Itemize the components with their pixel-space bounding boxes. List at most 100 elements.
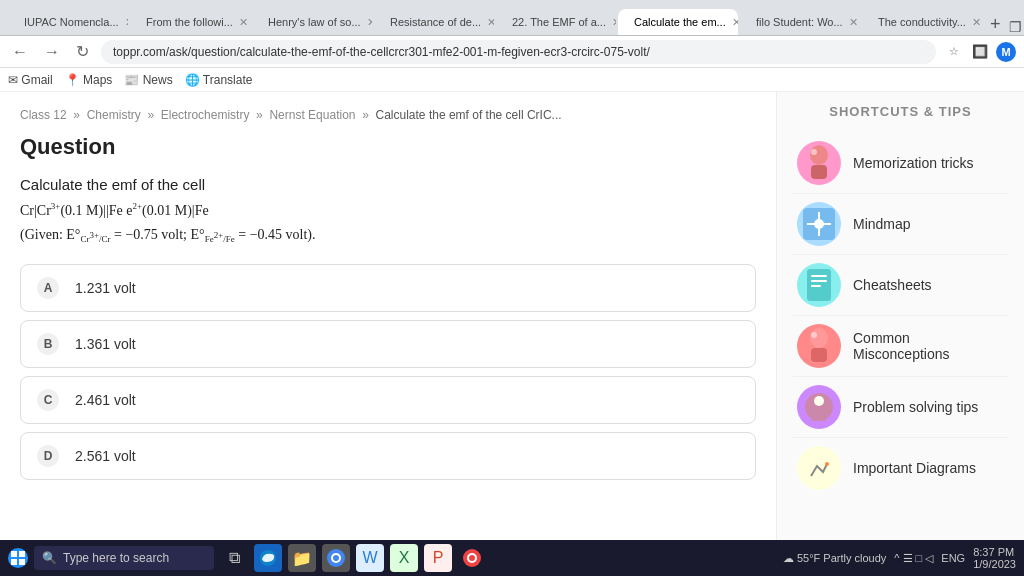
tab-5[interactable]: 22. The EMF of a... ✕ [496, 9, 616, 35]
sidebar: SHORTCUTS & TIPS Memorization tricks Min… [776, 92, 1024, 576]
shortcut-avatar-diagrams [797, 446, 841, 490]
tab-close-3[interactable]: ✕ [367, 16, 372, 29]
profile-icon[interactable]: M [996, 42, 1016, 62]
shortcut-label-problem-solving: Problem solving tips [853, 399, 978, 415]
tab-label-5: 22. The EMF of a... [512, 16, 606, 28]
taskbar-chrome-icon[interactable] [322, 544, 350, 572]
svg-point-13 [811, 332, 817, 338]
tab-1[interactable]: IUPAC Nomencla... ✕ [8, 9, 128, 35]
tab-close-4[interactable]: ✕ [487, 16, 494, 29]
tab-label-1: IUPAC Nomencla... [24, 16, 119, 28]
question-text: Calculate the emf of the cell [20, 176, 756, 193]
question-given: (Given: E°Cr3+/Cr = −0.75 volt; E°Fe2+/F… [20, 227, 756, 245]
main-content: Class 12 » Chemistry » Electrochemistry … [0, 92, 776, 576]
taskbar-excel-icon[interactable]: X [390, 544, 418, 572]
taskbar-icons-area: ^ ☰ □ ◁ [894, 552, 933, 565]
taskbar-word-icon[interactable]: W [356, 544, 384, 572]
tab-close-1[interactable]: ✕ [125, 16, 128, 29]
svg-rect-18 [11, 551, 17, 557]
options-list: A 1.231 volt B 1.361 volt C 2.461 volt D… [20, 264, 756, 480]
taskbar-chrome2-icon[interactable] [458, 544, 486, 572]
bookmark-translate[interactable]: 🌐 Translate [185, 73, 253, 87]
breadcrumb-nernst[interactable]: Nernst Equation [269, 108, 355, 122]
address-bar[interactable]: toppr.com/ask/question/calculate-the-emf… [101, 40, 936, 64]
bookmark-maps[interactable]: 📍 Maps [65, 73, 113, 87]
option-d-text: 2.561 volt [75, 448, 136, 464]
address-text: toppr.com/ask/question/calculate-the-emf… [113, 45, 650, 59]
svg-rect-9 [811, 280, 827, 282]
taskbar-task-view[interactable]: ⧉ [220, 544, 248, 572]
shortcut-avatar-problem-solving [797, 385, 841, 429]
option-c-letter: C [37, 389, 59, 411]
back-button[interactable]: ← [8, 41, 32, 63]
forward-button[interactable]: → [40, 41, 64, 63]
svg-rect-21 [19, 559, 25, 565]
shortcut-diagrams[interactable]: Important Diagrams [793, 438, 1008, 498]
option-b-text: 1.361 volt [75, 336, 136, 352]
tab-7[interactable]: filo Student: Wo... ✕ [740, 9, 860, 35]
shortcut-label-misconceptions: Common Misconceptions [853, 330, 1004, 362]
option-a[interactable]: A 1.231 volt [20, 264, 756, 312]
svg-point-28 [469, 555, 475, 561]
reload-button[interactable]: ↻ [72, 40, 93, 63]
tab-label-4: Resistance of de... [390, 16, 481, 28]
taskbar-files-icon[interactable]: 📁 [288, 544, 316, 572]
tab-bar: IUPAC Nomencla... ✕ From the followi... … [8, 0, 1024, 35]
tab-3[interactable]: Henry's law of so... ✕ [252, 9, 372, 35]
tab-close-6[interactable]: ✕ [732, 16, 738, 29]
breadcrumb-electrochemistry[interactable]: Electrochemistry [161, 108, 250, 122]
tab-6[interactable]: Calculate the em... ✕ [618, 9, 738, 35]
bookmarks-bar: ✉ Gmail 📍 Maps 📰 News 🌐 Translate [0, 68, 1024, 92]
svg-point-6 [814, 219, 824, 229]
tab-close-7[interactable]: ✕ [849, 16, 858, 29]
taskbar-search-text: Type here to search [63, 551, 169, 565]
bookmark-gmail[interactable]: ✉ Gmail [8, 73, 53, 87]
option-d[interactable]: D 2.561 volt [20, 432, 756, 480]
taskbar-ppt-icon[interactable]: P [424, 544, 452, 572]
tab-4[interactable]: Resistance of de... ✕ [374, 9, 494, 35]
svg-rect-19 [19, 551, 25, 557]
tab-close-8[interactable]: ✕ [972, 16, 981, 29]
shortcut-cheatsheets[interactable]: Cheatsheets [793, 255, 1008, 316]
question-title: Question [20, 134, 756, 160]
shortcut-label-mindmap: Mindmap [853, 216, 911, 232]
tab-close-2[interactable]: ✕ [239, 16, 248, 29]
tab-label-7: filo Student: Wo... [756, 16, 843, 28]
option-c[interactable]: C 2.461 volt [20, 376, 756, 424]
bookmark-news[interactable]: 📰 News [124, 73, 172, 87]
taskbar-right: ☁ 55°F Partly cloudy ^ ☰ □ ◁ ENG 8:37 PM… [783, 546, 1016, 570]
tab-label-6: Calculate the em... [634, 16, 726, 28]
svg-point-0 [810, 145, 828, 165]
svg-point-2 [811, 149, 817, 155]
tab-close-5[interactable]: ✕ [612, 16, 616, 29]
shortcut-problem-solving[interactable]: Problem solving tips [793, 377, 1008, 438]
bookmark-star-icon[interactable]: ☆ [944, 42, 964, 62]
svg-point-17 [825, 462, 829, 466]
shortcut-mindmap[interactable]: Mindmap [793, 194, 1008, 255]
shortcut-misconceptions[interactable]: Common Misconceptions [793, 316, 1008, 377]
taskbar-search[interactable]: 🔍 Type here to search [34, 546, 214, 570]
shortcut-avatar-memorization [797, 141, 841, 185]
option-d-letter: D [37, 445, 59, 467]
breadcrumb-class12[interactable]: Class 12 [20, 108, 67, 122]
taskbar-weather: ☁ 55°F Partly cloudy [783, 552, 886, 565]
svg-rect-1 [811, 165, 827, 179]
breadcrumb-chemistry[interactable]: Chemistry [87, 108, 141, 122]
tab-2[interactable]: From the followi... ✕ [130, 9, 250, 35]
browser-chrome: IUPAC Nomencla... ✕ From the followi... … [0, 0, 1024, 36]
shortcut-label-diagrams: Important Diagrams [853, 460, 976, 476]
page-layout: Class 12 » Chemistry » Electrochemistry … [0, 92, 1024, 576]
nav-icons: ☆ 🔲 M [944, 42, 1016, 62]
shortcut-memorization[interactable]: Memorization tricks [793, 133, 1008, 194]
taskbar-edge-icon[interactable] [254, 544, 282, 572]
extensions-icon[interactable]: 🔲 [970, 42, 990, 62]
shortcut-avatar-misconceptions [797, 324, 841, 368]
svg-point-15 [814, 396, 824, 406]
option-b[interactable]: B 1.361 volt [20, 320, 756, 368]
restore-button[interactable]: ❐ [1009, 19, 1022, 35]
new-tab-button[interactable]: + [984, 14, 1007, 35]
shortcut-avatar-mindmap [797, 202, 841, 246]
option-c-text: 2.461 volt [75, 392, 136, 408]
tab-8[interactable]: The conductivity... ✕ [862, 9, 982, 35]
windows-icon[interactable] [8, 548, 28, 568]
